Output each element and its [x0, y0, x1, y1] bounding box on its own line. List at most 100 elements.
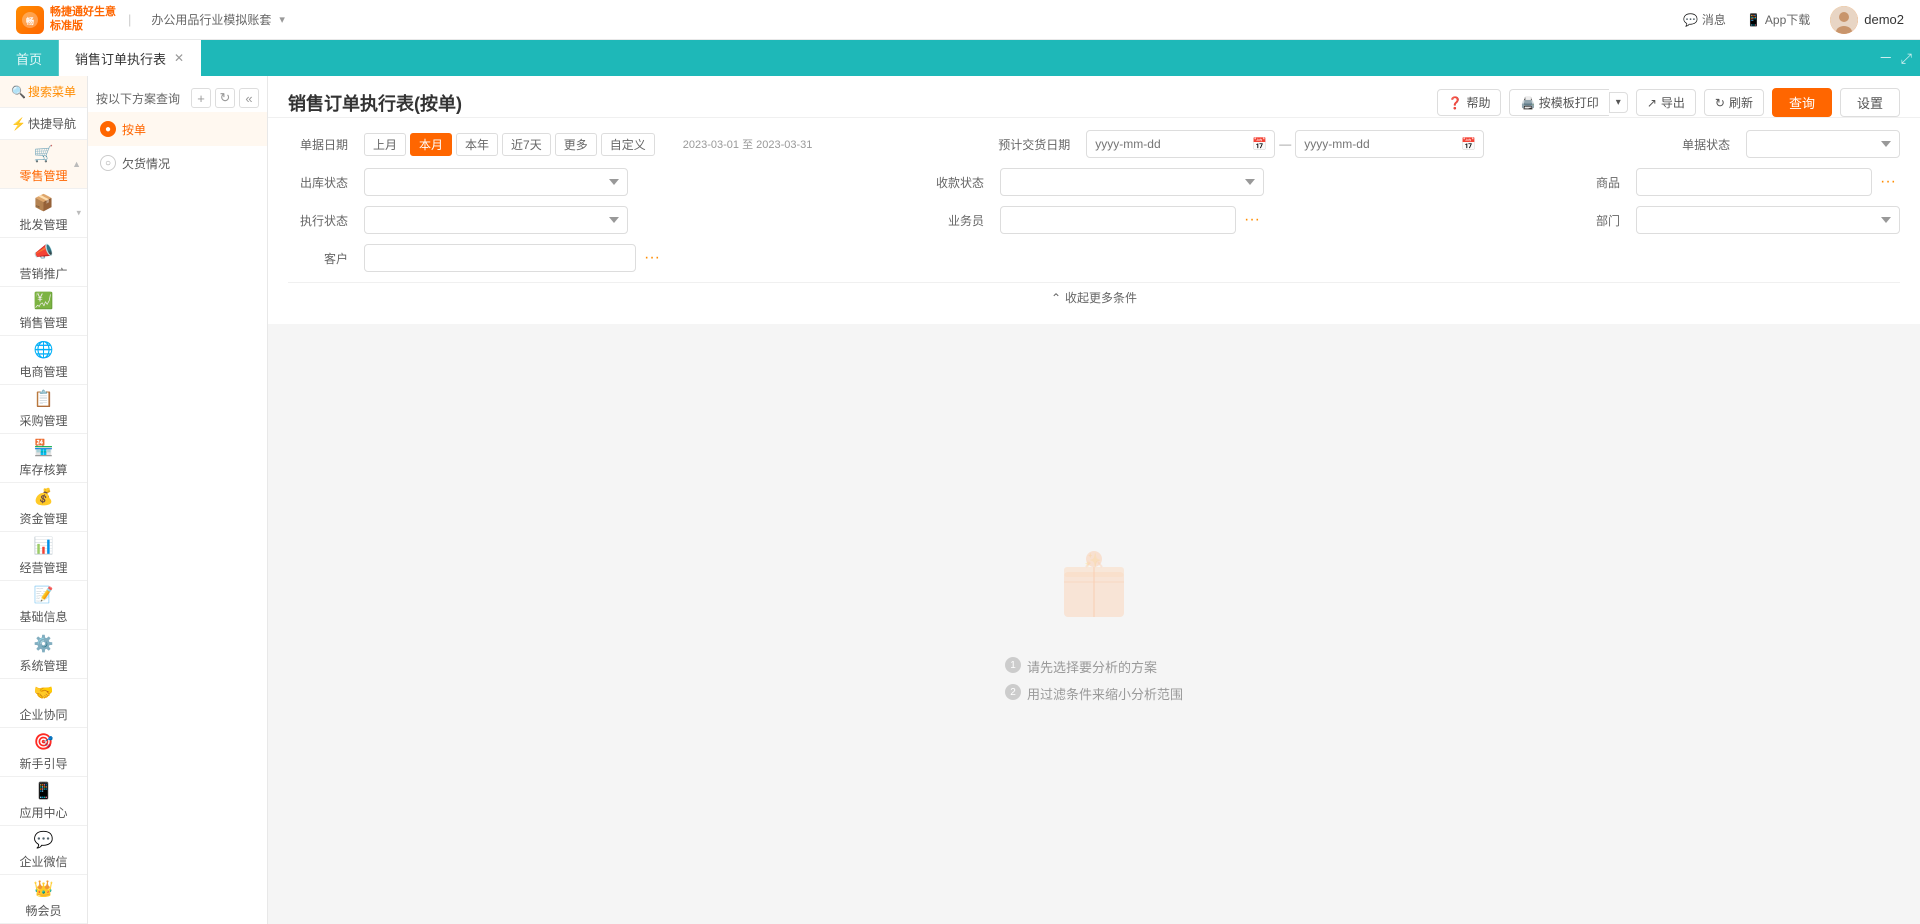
- logo-area[interactable]: 畅 畅捷通好生意 标准版: [16, 6, 116, 34]
- tip-1-text: 请先选择要分析的方案: [1027, 657, 1157, 676]
- tip-2-num: 2: [1005, 684, 1021, 700]
- user-avatar-area[interactable]: demo2: [1830, 6, 1904, 34]
- salesperson-input[interactable]: [1000, 206, 1236, 234]
- left-panel-refresh-btn[interactable]: ↻: [215, 88, 235, 108]
- membership-icon: 👑: [34, 879, 54, 899]
- sidebar-item-membership[interactable]: 👑 畅会员: [0, 875, 87, 923]
- sidebar-item-newbie[interactable]: 🎯 新手引导: [0, 728, 87, 776]
- sidebar-item-marketing[interactable]: 📣 营销推广: [0, 238, 87, 286]
- tab-minimize-icon[interactable]: －: [1879, 48, 1893, 68]
- tab-home[interactable]: 首页: [0, 40, 59, 76]
- collapse-icon: ⌃: [1051, 291, 1061, 305]
- sidebar-item-ecommerce[interactable]: 🌐 电商管理: [0, 336, 87, 384]
- goods-input[interactable]: [1636, 168, 1872, 196]
- sidebar-section-wechat: 💬 企业微信: [0, 826, 87, 875]
- sidebar-section-inventory: 🏪 库存核算: [0, 434, 87, 483]
- header-right: 💬 消息 📱 App下载 demo2: [1683, 6, 1904, 34]
- expected-delivery-end-input[interactable]: [1295, 130, 1484, 158]
- settings-btn[interactable]: 设置: [1840, 88, 1900, 117]
- empty-tips-list: 1 请先选择要分析的方案 2 用过滤条件来缩小分析范围: [1005, 657, 1183, 711]
- left-panel-item-order[interactable]: ● 按单: [88, 112, 267, 146]
- last-7-days-btn[interactable]: 近7天: [502, 133, 551, 156]
- last-month-btn[interactable]: 上月: [364, 133, 406, 156]
- custom-btn[interactable]: 自定义: [601, 133, 655, 156]
- this-year-btn[interactable]: 本年: [456, 133, 498, 156]
- template-print-btn[interactable]: 🖨️ 按模板打印: [1509, 89, 1608, 116]
- tab-sales-order-exec[interactable]: 销售订单执行表 ✕: [59, 40, 201, 76]
- username-label: demo2: [1864, 12, 1904, 27]
- sidebar-item-appstore[interactable]: 📱 应用中心: [0, 777, 87, 825]
- finance-icon: 💰: [34, 487, 54, 507]
- tip-2-text: 用过滤条件来缩小分析范围: [1027, 684, 1183, 703]
- department-wrap: [1636, 206, 1900, 234]
- expected-delivery-start-wrap: 📅: [1086, 130, 1275, 158]
- delivery-status-select[interactable]: [364, 168, 628, 196]
- template-print-dropdown-btn[interactable]: ▾: [1609, 92, 1628, 113]
- export-btn[interactable]: ↗ 导出: [1636, 89, 1696, 116]
- sidebar-item-finance[interactable]: 💰 资金管理: [0, 483, 87, 531]
- sidebar-item-sales[interactable]: 💹 销售管理: [0, 287, 87, 335]
- avatar: [1830, 6, 1858, 34]
- template-print-btn-group: 🖨️ 按模板打印 ▾: [1509, 89, 1627, 116]
- header-left: 畅 畅捷通好生意 标准版 | 办公用品行业模拟账套 ▾: [16, 6, 285, 34]
- refresh-btn[interactable]: ↻ 刷新: [1704, 89, 1764, 116]
- expected-delivery-start-input[interactable]: [1086, 130, 1275, 158]
- search-icon: 🔍: [11, 85, 26, 99]
- main-layout: 🔍 搜索菜单 ⚡ 快捷导航 🛒 零售管理 ▲ 📦 批发管理 ▾ 📣 营销: [0, 76, 1920, 924]
- payment-status-wrap: [1000, 168, 1264, 196]
- sidebar-item-wholesale[interactable]: 📦 批发管理 ▾: [0, 189, 87, 237]
- sidebar-section-finance: 💰 资金管理: [0, 483, 87, 532]
- execution-status-label: 执行状态: [288, 212, 348, 229]
- sidebar-section-retail: 🛒 零售管理 ▲: [0, 140, 87, 189]
- sidebar-item-inventory[interactable]: 🏪 库存核算: [0, 434, 87, 482]
- payment-status-select[interactable]: [1000, 168, 1264, 196]
- customer-label: 客户: [288, 250, 348, 267]
- wechat-icon: 💬: [34, 830, 54, 850]
- filter-area: 单据日期 上月 本月 本年 近7天 更多 自定义 2023-03-01 至 20…: [268, 118, 1920, 324]
- expected-delivery-label: 预计交货日期: [998, 136, 1070, 153]
- left-panel-item-debt[interactable]: ○ 欠货情况: [88, 146, 267, 180]
- sidebar-item-enterprise[interactable]: 🤝 企业协同: [0, 679, 87, 727]
- sidebar-item-basicinfo[interactable]: 📝 基础信息: [0, 581, 87, 629]
- sidebar-section-appstore: 📱 应用中心: [0, 777, 87, 826]
- sidebar-item-system[interactable]: ⚙️ 系统管理: [0, 630, 87, 678]
- sidebar-search[interactable]: 🔍 搜索菜单: [0, 76, 87, 108]
- execution-status-select[interactable]: [364, 206, 628, 234]
- sidebar-item-operations[interactable]: 📊 经营管理: [0, 532, 87, 580]
- sidebar-section-marketing: 📣 营销推广: [0, 238, 87, 287]
- more-btn[interactable]: 更多: [555, 133, 597, 156]
- customer-dots-btn[interactable]: ···: [640, 249, 664, 267]
- sidebar-quick-nav[interactable]: ⚡ 快捷导航: [0, 108, 87, 140]
- sidebar-item-purchase[interactable]: 📋 采购管理: [0, 385, 87, 433]
- empty-tip-1: 1 请先选择要分析的方案: [1005, 657, 1183, 676]
- date-range-text: 2023-03-01 至 2023-03-31: [683, 136, 813, 152]
- message-action[interactable]: 💬 消息: [1683, 11, 1726, 28]
- help-btn[interactable]: ❓ 帮助: [1437, 89, 1502, 116]
- app-download-action[interactable]: 📱 App下载: [1746, 11, 1810, 28]
- department-label: 部门: [1560, 212, 1620, 229]
- tab-maximize-icon[interactable]: ⤢: [1901, 50, 1912, 67]
- sidebar-item-retail[interactable]: 🛒 零售管理 ▲: [0, 140, 87, 188]
- customer-input[interactable]: [364, 244, 636, 272]
- tab-close-icon[interactable]: ✕: [174, 51, 184, 65]
- order-status-select[interactable]: [1746, 130, 1900, 158]
- left-panel-collapse-btn[interactable]: «: [239, 88, 259, 108]
- collapse-filter-btn[interactable]: ⌃ 收起更多条件: [288, 282, 1900, 312]
- payment-status-label: 收款状态: [924, 174, 984, 191]
- app-industry-title[interactable]: 办公用品行业模拟账套: [151, 11, 271, 28]
- left-panel-add-btn[interactable]: +: [191, 88, 211, 108]
- department-select[interactable]: [1636, 206, 1900, 234]
- left-panel: 按以下方案查询 + ↻ « ● 按单 ○ 欠货情况: [88, 76, 268, 924]
- goods-dots-btn[interactable]: ···: [1876, 173, 1900, 191]
- help-icon: ❓: [1448, 96, 1463, 110]
- this-month-btn[interactable]: 本月: [410, 133, 452, 156]
- sidebar-item-wechat[interactable]: 💬 企业微信: [0, 826, 87, 874]
- page-header-actions: ❓ 帮助 🖨️ 按模板打印 ▾ ↗ 导出: [1437, 88, 1901, 117]
- query-btn[interactable]: 查询: [1772, 88, 1832, 117]
- purchase-icon: 📋: [34, 389, 54, 409]
- industry-dropdown-icon[interactable]: ▾: [279, 13, 285, 26]
- left-panel-header: 按以下方案查询 + ↻ «: [88, 84, 267, 112]
- quicknav-icon: ⚡: [11, 117, 26, 131]
- salesperson-dots-btn[interactable]: ···: [1240, 211, 1264, 229]
- date-quick-filters: 上月 本月 本年 近7天 更多 自定义: [364, 133, 655, 156]
